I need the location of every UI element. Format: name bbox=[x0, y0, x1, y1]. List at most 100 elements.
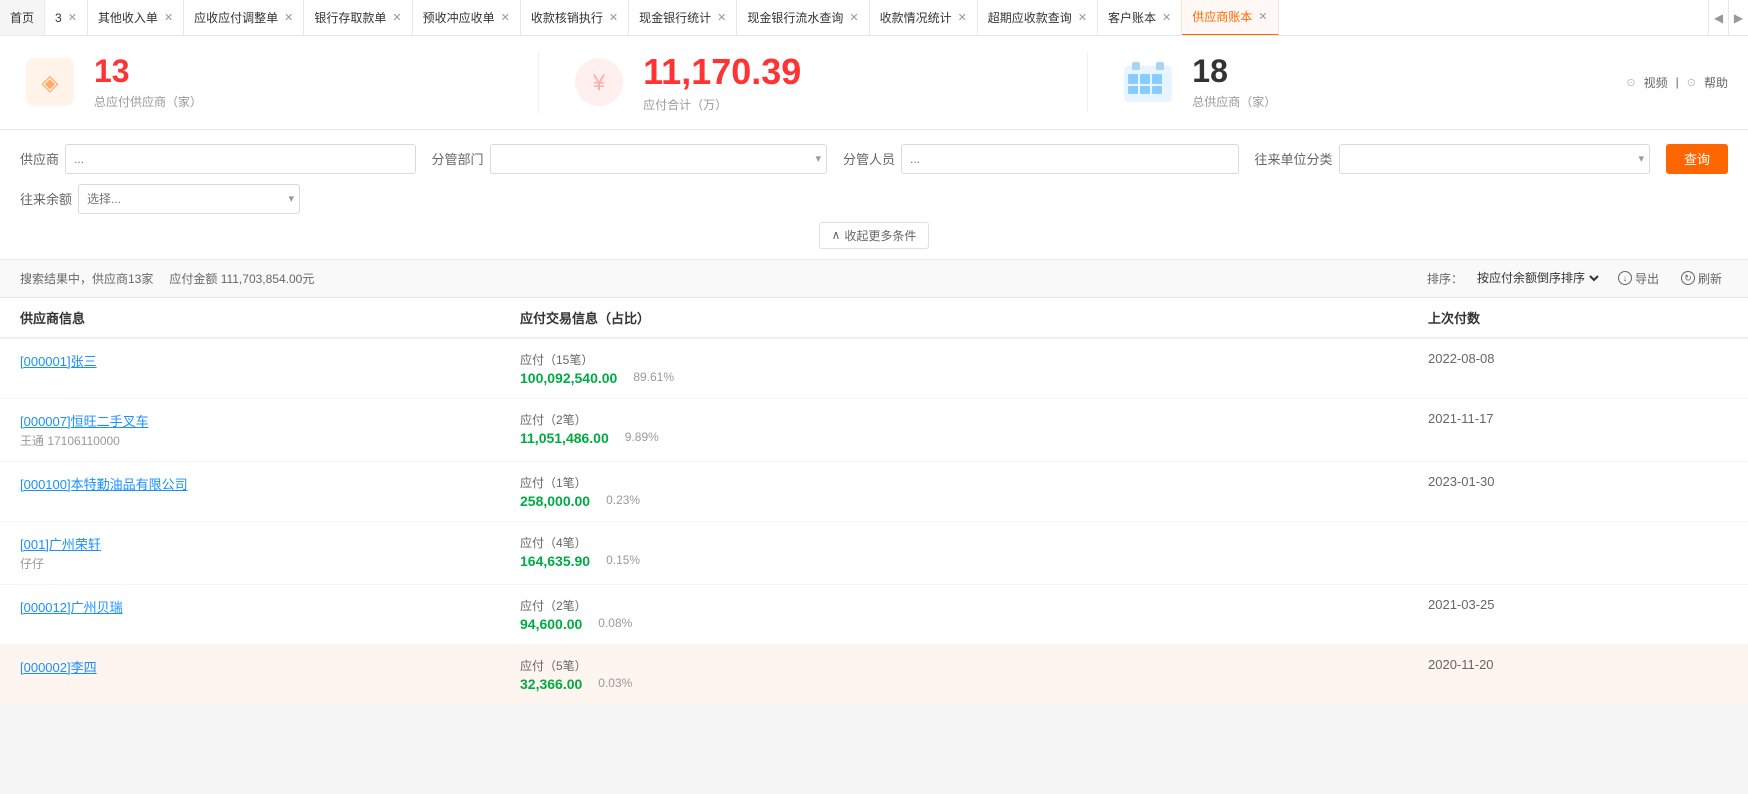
refresh-button-label: 刷新 bbox=[1698, 270, 1722, 287]
svg-text:◈: ◈ bbox=[42, 70, 59, 95]
payable-amount-link[interactable]: 11,051,486.00 bbox=[520, 430, 609, 446]
category-filter-input[interactable] bbox=[1339, 144, 1650, 174]
total-suppliers-label: 总供应商（家） bbox=[1192, 93, 1276, 110]
collapse-button[interactable]: ∧ 收起更多条件 bbox=[819, 222, 930, 249]
nav-tab-cash-bank-stat[interactable]: 现金银行统计 ✕ bbox=[629, 0, 737, 36]
nav-tab-ar-ap-adjust[interactable]: 应收应付调整单 ✕ bbox=[184, 0, 304, 36]
category-select-wrapper: ▾ bbox=[1339, 144, 1650, 174]
payable-label: 应付（1笔） bbox=[520, 474, 1428, 491]
supplier-filter-input[interactable] bbox=[65, 144, 415, 174]
result-amount-text: 应付金额 111,703,854.00元 bbox=[169, 270, 314, 287]
nav-tab-home[interactable]: 首页 bbox=[0, 0, 45, 36]
search-button[interactable]: 查询 bbox=[1666, 144, 1728, 174]
close-icon[interactable]: ✕ bbox=[609, 11, 618, 24]
close-icon[interactable]: ✕ bbox=[501, 11, 510, 24]
close-icon[interactable]: ✕ bbox=[392, 11, 401, 24]
table-row: [000012]广州贝瑞 应付（2笔） 94,600.00 0.08% 2021… bbox=[0, 585, 1748, 645]
balance-filter-input[interactable] bbox=[78, 184, 300, 214]
last-pay-date: 2023-01-30 bbox=[1428, 474, 1495, 489]
supplier-name-link[interactable]: [000007]恒旺二手叉车 bbox=[20, 411, 520, 430]
nav-tab-cash-bank-flow[interactable]: 现金银行流水查询 ✕ bbox=[737, 0, 869, 36]
nav-tab-3-label: 3 bbox=[55, 11, 62, 25]
last-pay-date: 2021-11-17 bbox=[1428, 411, 1494, 426]
nav-tab-pre-receive[interactable]: 预收冲应收单 ✕ bbox=[413, 0, 521, 36]
table-row: [001]广州荣轩 仔仔 应付（4笔） 164,635.90 0.15% bbox=[0, 522, 1748, 585]
sort-label: 排序： bbox=[1427, 270, 1463, 287]
table-row: [000100]本特勤油品有限公司 应付（1笔） 258,000.00 0.23… bbox=[0, 462, 1748, 522]
nav-right-arrow[interactable]: ▶ bbox=[1728, 0, 1748, 36]
payable-suppliers-number: 13 bbox=[94, 54, 202, 89]
payable-info-cell: 应付（2笔） 11,051,486.00 9.89% bbox=[520, 411, 1428, 446]
close-icon[interactable]: ✕ bbox=[284, 11, 293, 24]
payable-label: 应付（2笔） bbox=[520, 411, 1428, 428]
supplier-name-link[interactable]: [000100]本特勤油品有限公司 bbox=[20, 474, 520, 493]
refresh-button[interactable]: ↻ 刷新 bbox=[1675, 268, 1728, 289]
payable-label: 应付（4笔） bbox=[520, 534, 1428, 551]
payable-pct: 9.89% bbox=[625, 430, 659, 444]
nav-tab-supplier-ledger[interactable]: 供应商账本 ✕ bbox=[1182, 0, 1278, 36]
nav-tab-collection-stat-label: 收款情况统计 bbox=[880, 9, 952, 26]
supplier-sub-info: 仔仔 bbox=[20, 555, 520, 572]
close-icon[interactable]: ✕ bbox=[1078, 11, 1087, 24]
payable-amount-link[interactable]: 94,600.00 bbox=[520, 616, 582, 632]
nav-tab-cash-bank-flow-label: 现金银行流水查询 bbox=[747, 9, 843, 26]
payable-info-cell: 应付（5笔） 32,366.00 0.03% bbox=[520, 657, 1428, 692]
help-link[interactable]: 帮助 bbox=[1704, 74, 1728, 91]
top-links: ⊙ 视频 | ⊙ 帮助 bbox=[1626, 74, 1728, 91]
col-last-pay: 上次付数 bbox=[1428, 308, 1728, 327]
svg-text:¥: ¥ bbox=[592, 70, 606, 95]
nav-tab-3[interactable]: 3 ✕ bbox=[45, 0, 88, 36]
last-pay-date: 2021-03-25 bbox=[1428, 597, 1495, 612]
supplier-name-link[interactable]: [000001]张三 bbox=[20, 351, 520, 370]
nav-left-arrow[interactable]: ◀ bbox=[1708, 0, 1728, 36]
payable-total-label: 应付合计（万） bbox=[643, 96, 801, 113]
refresh-icon: ↻ bbox=[1681, 271, 1695, 285]
payable-info-cell: 应付（2笔） 94,600.00 0.08% bbox=[520, 597, 1428, 632]
nav-tab-collection-verify-label: 收款核销执行 bbox=[531, 9, 603, 26]
nav-tab-customer-ledger[interactable]: 客户账本 ✕ bbox=[1098, 0, 1182, 36]
result-actions: 排序： 按应付余额倒序排序 ↓ 导出 ↻ 刷新 bbox=[1427, 268, 1728, 289]
supplier-name-link[interactable]: [001]广州荣轩 bbox=[20, 534, 520, 553]
nav-tab-overdue-ar[interactable]: 超期应收款查询 ✕ bbox=[978, 0, 1098, 36]
supplier-name-link[interactable]: [000012]广州贝瑞 bbox=[20, 597, 520, 616]
sort-select[interactable]: 按应付余额倒序排序 bbox=[1473, 270, 1602, 286]
result-summary-text: 搜索结果中，供应商13家 bbox=[20, 270, 153, 287]
col-payable-info: 应付交易信息（占比） bbox=[520, 308, 1428, 327]
last-pay-cell: 2022-08-08 bbox=[1428, 351, 1728, 366]
close-icon[interactable]: ✕ bbox=[68, 11, 77, 24]
close-icon[interactable]: ✕ bbox=[849, 11, 858, 24]
nav-tab-bank-deposit[interactable]: 银行存取款单 ✕ bbox=[304, 0, 412, 36]
supplier-info-cell: [000100]本特勤油品有限公司 bbox=[20, 474, 520, 495]
nav-tab-cash-bank-stat-label: 现金银行统计 bbox=[639, 9, 711, 26]
close-icon[interactable]: ✕ bbox=[1258, 10, 1267, 23]
payable-amount-link[interactable]: 258,000.00 bbox=[520, 493, 590, 509]
nav-tab-other-income[interactable]: 其他收入单 ✕ bbox=[88, 0, 184, 36]
summary-card-payable-suppliers: ◈ 13 总应付供应商（家） bbox=[20, 52, 528, 112]
summary-section: ◈ 13 总应付供应商（家） ¥ 11,170.39 应付合计（万） bbox=[0, 36, 1748, 130]
payable-amount-link[interactable]: 100,092,540.00 bbox=[520, 370, 617, 386]
export-button[interactable]: ↓ 导出 bbox=[1612, 268, 1665, 289]
nav-tab-collection-verify[interactable]: 收款核销执行 ✕ bbox=[521, 0, 629, 36]
supplier-info-cell: [000002]李四 bbox=[20, 657, 520, 678]
person-filter-label: 分管人员 bbox=[843, 149, 895, 168]
nav-tab-supplier-ledger-label: 供应商账本 bbox=[1192, 8, 1252, 25]
dept-filter-input[interactable] bbox=[490, 144, 827, 174]
results-bar: 搜索结果中，供应商13家 应付金额 111,703,854.00元 排序： 按应… bbox=[0, 260, 1748, 298]
last-pay-cell: 2021-03-25 bbox=[1428, 597, 1728, 612]
payable-amount-link[interactable]: 32,366.00 bbox=[520, 676, 582, 692]
video-link[interactable]: 视频 bbox=[1644, 74, 1668, 91]
payable-suppliers-icon: ◈ bbox=[20, 52, 80, 112]
close-icon[interactable]: ✕ bbox=[164, 11, 173, 24]
payable-pct: 0.15% bbox=[606, 553, 640, 567]
nav-tab-ar-ap-adjust-label: 应收应付调整单 bbox=[194, 9, 278, 26]
payable-amount-link[interactable]: 164,635.90 bbox=[520, 553, 590, 569]
nav-tab-collection-stat[interactable]: 收款情况统计 ✕ bbox=[870, 0, 978, 36]
close-icon[interactable]: ✕ bbox=[958, 11, 967, 24]
close-icon[interactable]: ✕ bbox=[717, 11, 726, 24]
supplier-name-link[interactable]: [000002]李四 bbox=[20, 657, 520, 676]
table-row: [000001]张三 应付（15笔） 100,092,540.00 89.61%… bbox=[0, 339, 1748, 399]
person-filter-input[interactable] bbox=[901, 144, 1238, 174]
close-icon[interactable]: ✕ bbox=[1162, 11, 1171, 24]
payable-pct: 0.23% bbox=[606, 493, 640, 507]
dept-select-wrapper: ▾ bbox=[490, 144, 827, 174]
